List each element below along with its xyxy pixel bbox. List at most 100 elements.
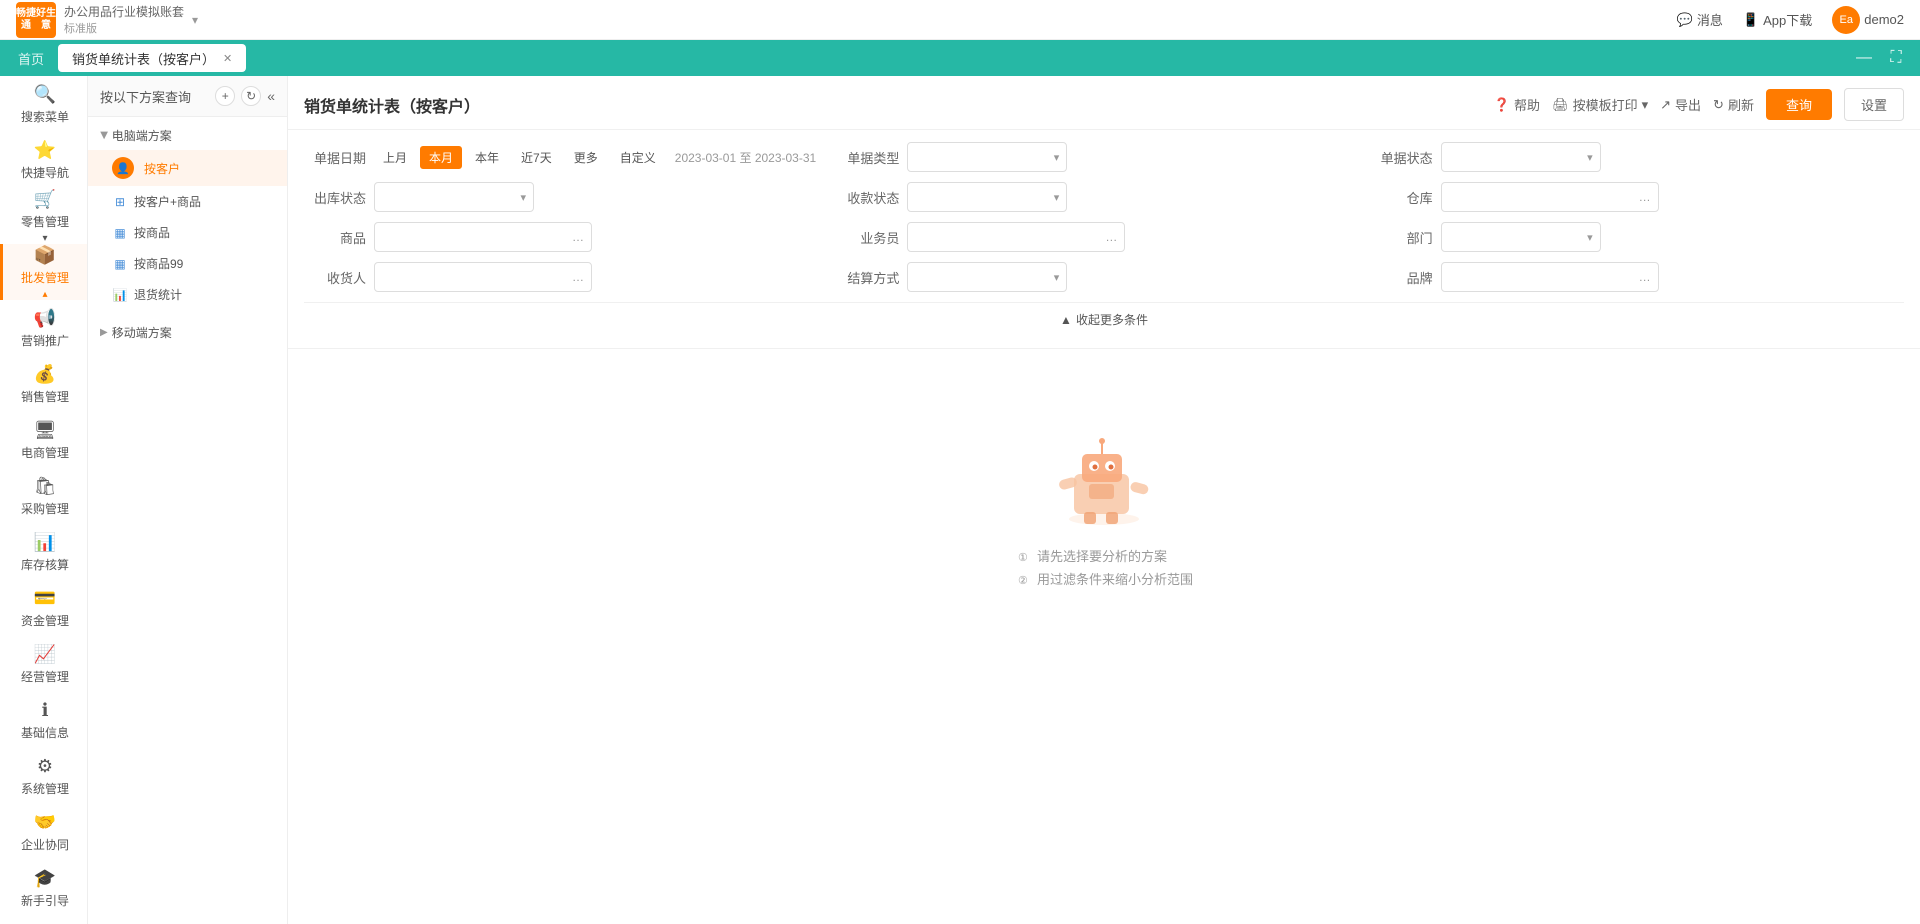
date-tab-more[interactable]: 更多 xyxy=(565,146,607,169)
tab-maximize-btn[interactable]: ⛶ xyxy=(1884,46,1908,70)
help-icon: ❓ xyxy=(1494,97,1510,113)
app-download-icon: 📱 xyxy=(1743,12,1759,28)
settlement-select[interactable] xyxy=(907,262,1067,292)
sidebar-item-marketing[interactable]: 📢 营销推广 xyxy=(0,300,87,356)
sidebar-item-retail[interactable]: 🛒 零售管理 ▾ xyxy=(0,188,87,244)
header-left: 畅捷通 好生意 办公用品行业模拟账套 标准版 ▾ xyxy=(16,2,198,38)
warehouse-input[interactable] xyxy=(1441,182,1659,212)
sidebar-item-purchase[interactable]: 🛍 采购管理 xyxy=(0,468,87,524)
scheme-return-stats-label: 退货统计 xyxy=(134,286,182,303)
finance-icon: 💳 xyxy=(34,588,56,609)
help-label: 帮助 xyxy=(1514,95,1540,114)
left-panel-collapse-btn[interactable]: « xyxy=(267,88,275,104)
sidebar-item-system[interactable]: ⚙ 系统管理 xyxy=(0,748,87,804)
tab-minimize-btn[interactable]: — xyxy=(1852,46,1876,70)
sidebar-item-basic-info[interactable]: ℹ 基础信息 xyxy=(0,692,87,748)
scheme-by-product-99-label: 按商品99 xyxy=(134,255,183,272)
tab-home[interactable]: 首页 xyxy=(4,44,58,72)
date-tab-current-year[interactable]: 本年 xyxy=(466,146,508,169)
scheme-by-product-99[interactable]: ▦ 按商品99 xyxy=(88,248,287,279)
date-tab-last-month[interactable]: 上月 xyxy=(374,146,416,169)
receiver-label: 收货人 xyxy=(304,268,374,287)
template-print-btn[interactable]: 🖨 按模板打印 ▾ xyxy=(1552,95,1648,114)
department-select[interactable] xyxy=(1441,222,1601,252)
header-dropdown-arrow[interactable]: ▾ xyxy=(192,13,198,27)
tab-home-label: 首页 xyxy=(18,49,44,68)
mobile-scheme-header[interactable]: ▶ 移动端方案 xyxy=(88,318,287,347)
salesperson-input[interactable] xyxy=(907,222,1125,252)
doc-status-select[interactable] xyxy=(1441,142,1601,172)
sidebar-item-label-operations: 经营管理 xyxy=(21,668,69,685)
refresh-label: 刷新 xyxy=(1728,95,1754,114)
desktop-scheme-label: 电脑端方案 xyxy=(112,127,172,144)
receiver-input[interactable] xyxy=(374,262,592,292)
help-btn[interactable]: ❓ 帮助 xyxy=(1494,95,1540,114)
brand-input-wrap: … xyxy=(1441,262,1659,292)
sidebar-item-newbie[interactable]: 🎓 新手引导 xyxy=(0,860,87,916)
scheme-customer-product[interactable]: ⊞ 按客户+商品 xyxy=(88,186,287,217)
message-btn[interactable]: 💬 消息 xyxy=(1677,10,1723,29)
main-layout: 🔍 搜索菜单 ⭐ 快捷导航 🛒 零售管理 ▾ 📦 批发管理 ▴ 📢 营销推广 💰… xyxy=(0,76,1920,924)
ecommerce-icon: 🖥 xyxy=(34,420,57,441)
warehouse-ellipsis[interactable]: … xyxy=(1639,190,1651,204)
tab-close-btn[interactable]: ✕ xyxy=(223,52,232,65)
wholesale-arrow: ▴ xyxy=(42,289,47,300)
app-download-btn[interactable]: 📱 App下载 xyxy=(1743,10,1812,29)
sidebar-item-app-center[interactable]: 📱 应用中心 xyxy=(0,916,87,924)
sidebar-item-quick-nav[interactable]: ⭐ 快捷导航 xyxy=(0,132,87,188)
template-print-arrow: ▾ xyxy=(1642,97,1649,113)
quick-nav-icon: ⭐ xyxy=(34,140,56,161)
return-stats-icon: 📊 xyxy=(112,287,128,303)
empty-hints: 请先选择要分析的方案 用过滤条件来缩小分析范围 xyxy=(1015,545,1193,592)
inventory-icon: 📊 xyxy=(34,532,56,553)
sidebar-item-inventory[interactable]: 📊 库存核算 xyxy=(0,524,87,580)
sidebar-item-search-menu[interactable]: 🔍 搜索菜单 xyxy=(0,76,87,132)
filter-doc-status-cell: 单据状态 xyxy=(1371,142,1904,172)
receiver-input-wrap: … xyxy=(374,262,592,292)
refresh-btn[interactable]: ↻ 刷新 xyxy=(1713,95,1754,114)
query-btn[interactable]: 查询 xyxy=(1766,89,1832,120)
desktop-scheme-header[interactable]: ▶ 电脑端方案 xyxy=(88,121,287,150)
main-content: 销货单统计表（按客户） ❓ 帮助 🖨 按模板打印 ▾ ↗ 导出 xyxy=(288,76,1920,924)
content-area: 按以下方案查询 + ↻ « ▶ 电脑端方案 👤 按客户 xyxy=(88,76,1920,924)
sidebar: 🔍 搜索菜单 ⭐ 快捷导航 🛒 零售管理 ▾ 📦 批发管理 ▴ 📢 营销推广 💰… xyxy=(0,76,88,924)
sidebar-item-ecommerce[interactable]: 🖥 电商管理 xyxy=(0,412,87,468)
template-print-icon: 🖨 xyxy=(1552,97,1569,113)
search-menu-icon: 🔍 xyxy=(34,84,56,105)
date-tab-custom[interactable]: 自定义 xyxy=(611,146,665,169)
product-input[interactable] xyxy=(374,222,592,252)
scheme-refresh-btn[interactable]: ↻ xyxy=(241,86,261,106)
enterprise-icon: 🤝 xyxy=(34,812,56,833)
sidebar-item-operations[interactable]: 📈 经营管理 xyxy=(0,636,87,692)
sidebar-item-label-finance: 资金管理 xyxy=(21,612,69,629)
out-status-select[interactable] xyxy=(374,182,534,212)
sidebar-item-wholesale[interactable]: 📦 批发管理 ▴ xyxy=(0,244,87,300)
brand-ellipsis[interactable]: … xyxy=(1639,270,1651,284)
department-label: 部门 xyxy=(1371,228,1441,247)
receipt-status-select[interactable] xyxy=(907,182,1067,212)
brand-input[interactable] xyxy=(1441,262,1659,292)
salesperson-label: 业务员 xyxy=(837,228,907,247)
scheme-add-btn[interactable]: + xyxy=(215,86,235,106)
doc-type-select[interactable] xyxy=(907,142,1067,172)
salesperson-ellipsis[interactable]: … xyxy=(1105,230,1117,244)
sidebar-item-enterprise[interactable]: 🤝 企业协同 xyxy=(0,804,87,860)
receiver-ellipsis[interactable]: … xyxy=(572,270,584,284)
sidebar-item-sales[interactable]: 💰 销售管理 xyxy=(0,356,87,412)
scheme-by-customer[interactable]: 👤 按客户 xyxy=(88,150,287,186)
date-tab-current-month[interactable]: 本月 xyxy=(420,146,462,169)
doc-status-select-wrap xyxy=(1441,142,1601,172)
user-avatar-area[interactable]: Ea demo2 xyxy=(1832,6,1904,34)
sidebar-item-finance[interactable]: 💳 资金管理 xyxy=(0,580,87,636)
scheme-return-stats[interactable]: 📊 退货统计 xyxy=(88,279,287,310)
product-ellipsis[interactable]: … xyxy=(572,230,584,244)
settings-btn[interactable]: 设置 xyxy=(1844,88,1904,121)
scheme-by-customer-label: 按客户 xyxy=(144,160,180,177)
scheme-by-product[interactable]: ▦ 按商品 xyxy=(88,217,287,248)
header-badge: 标准版 xyxy=(64,20,184,36)
collapse-more-btn[interactable]: ▲ 收起更多条件 xyxy=(304,302,1904,336)
date-tab-last-7[interactable]: 近7天 xyxy=(512,146,561,169)
tab-sales-stat[interactable]: 销货单统计表（按客户） ✕ xyxy=(58,44,246,72)
export-btn[interactable]: ↗ 导出 xyxy=(1660,95,1701,114)
settlement-select-wrap xyxy=(907,262,1067,292)
